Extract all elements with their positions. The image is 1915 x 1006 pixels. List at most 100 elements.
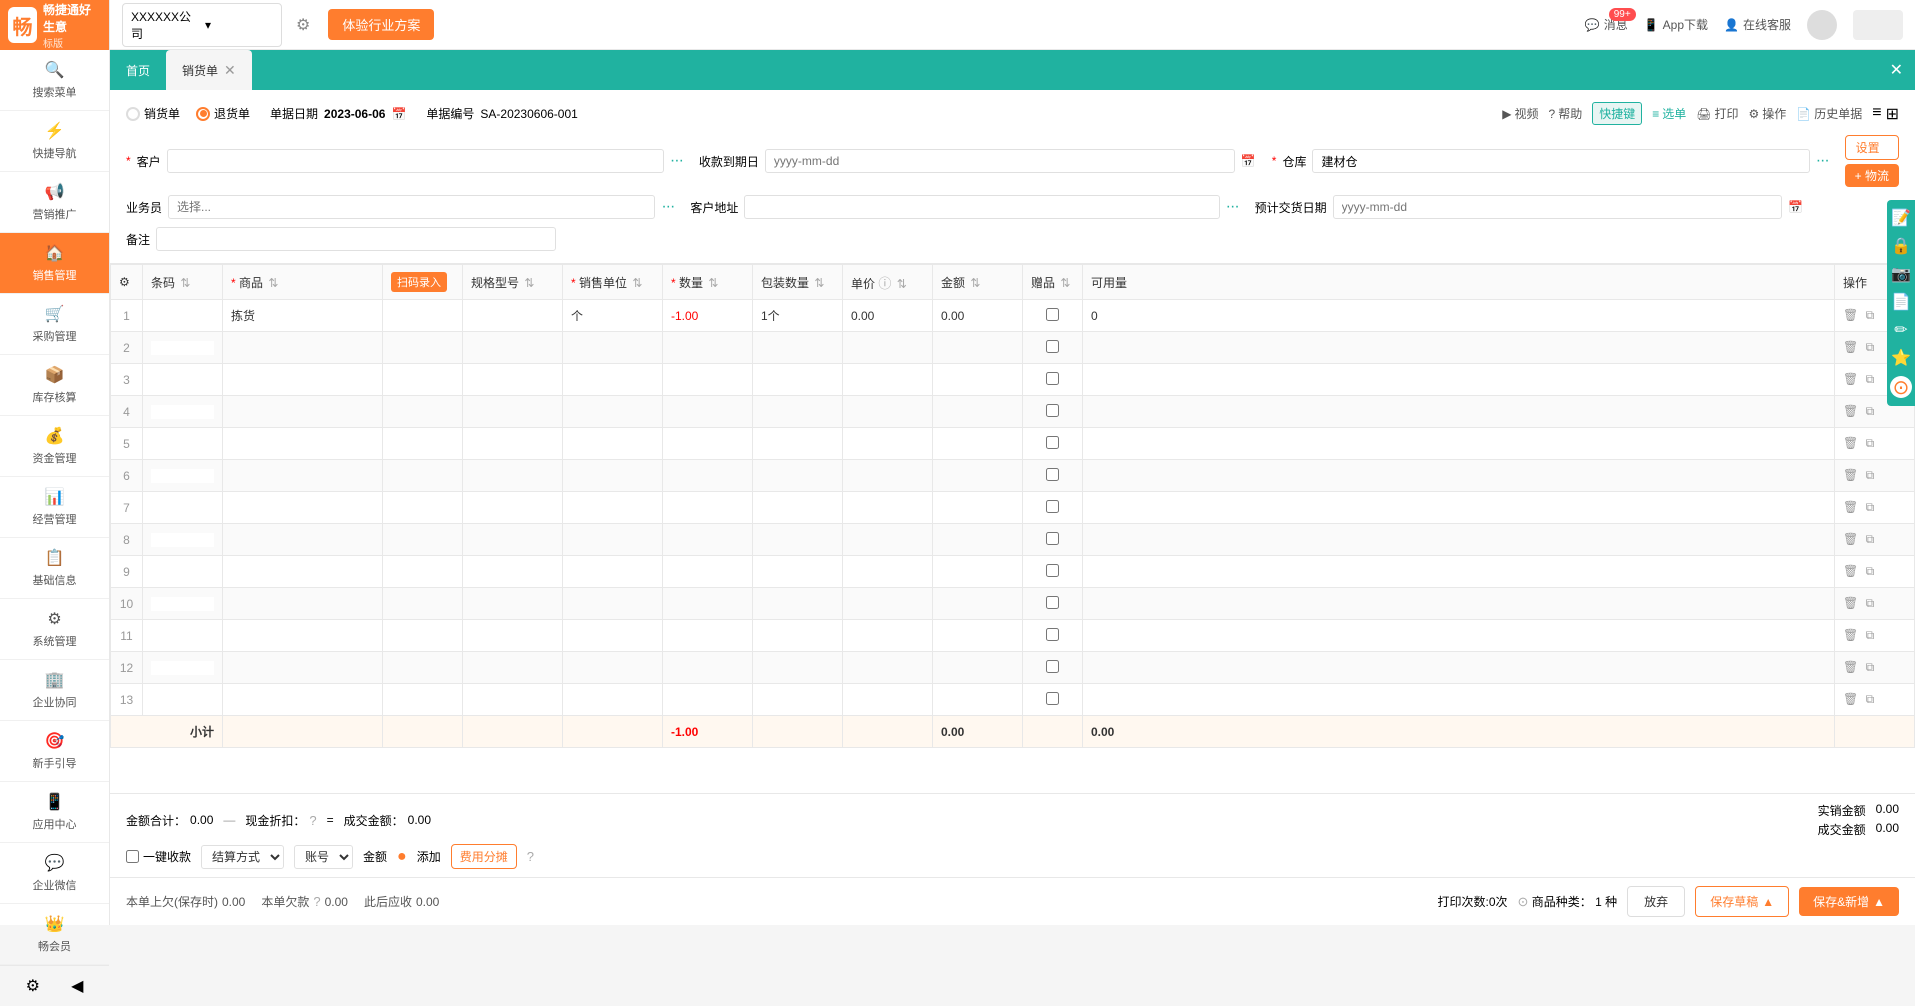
row-gift-2[interactable] xyxy=(1023,332,1083,364)
row-amount-8[interactable] xyxy=(933,524,1023,556)
sidebar-item-purchase-mgmt[interactable]: 🛒 采购管理 xyxy=(0,294,109,355)
help-btn[interactable]: ? 帮助 xyxy=(1549,105,1583,122)
tab-close-all[interactable]: ✕ xyxy=(1890,60,1915,80)
online-service-btn[interactable]: 👤 在线客服 xyxy=(1724,16,1791,33)
gift-checkbox-12[interactable] xyxy=(1046,660,1059,673)
shortcut-btn[interactable]: 快捷键 xyxy=(1592,102,1642,125)
row-product-3[interactable] xyxy=(223,364,383,396)
experience-btn[interactable]: 体验行业方案 xyxy=(328,9,434,40)
row-delete-icon-1[interactable]: 🗑 xyxy=(1843,308,1858,322)
row-gift-4[interactable] xyxy=(1023,396,1083,428)
row-amount-13[interactable] xyxy=(933,684,1023,716)
panel-lock-icon[interactable]: 🔒 xyxy=(1891,236,1911,256)
row-barcode-7[interactable] xyxy=(143,492,223,524)
row-spec-2[interactable] xyxy=(463,332,563,364)
grid-view-icon[interactable]: ⊞ xyxy=(1886,104,1899,124)
settings-gear-icon[interactable]: ⚙ xyxy=(296,15,310,35)
row-product-9[interactable] xyxy=(223,556,383,588)
expected-date-calendar-icon[interactable]: 📅 xyxy=(1788,200,1803,214)
row-pkg-qty-13[interactable] xyxy=(753,684,843,716)
scan-btn[interactable]: 扫码录入 xyxy=(391,272,447,292)
row-product-4[interactable] xyxy=(223,396,383,428)
row-pkg-qty-9[interactable] xyxy=(753,556,843,588)
row-delete-icon-11[interactable]: 🗑 xyxy=(1843,628,1858,642)
row-barcode-2[interactable] xyxy=(143,332,223,364)
settings-btn[interactable]: 设置 xyxy=(1845,135,1899,160)
row-gift-9[interactable] xyxy=(1023,556,1083,588)
warehouse-dots[interactable]: ··· xyxy=(1816,152,1829,170)
tab-home[interactable]: 首页 xyxy=(110,50,166,90)
sidebar-item-finance[interactable]: 💰 资金管理 xyxy=(0,416,109,477)
row-barcode-10[interactable] xyxy=(143,588,223,620)
row-qty-11[interactable] xyxy=(663,620,753,652)
row-qty-13[interactable] xyxy=(663,684,753,716)
expense-info-icon[interactable]: ? xyxy=(527,849,534,864)
row-copy-icon-10[interactable]: ⧉ xyxy=(1866,596,1875,610)
calendar-icon[interactable]: 📅 xyxy=(391,107,406,121)
row-spec-5[interactable] xyxy=(463,428,563,460)
row-price-3[interactable] xyxy=(843,364,933,396)
sidebar-item-business-mgmt[interactable]: 📊 经营管理 xyxy=(0,477,109,538)
row-unit-8[interactable] xyxy=(563,524,663,556)
row-pkg-qty-8[interactable] xyxy=(753,524,843,556)
row-spec-10[interactable] xyxy=(463,588,563,620)
row-price-4[interactable] xyxy=(843,396,933,428)
sidebar-item-base-info[interactable]: 📋 基础信息 xyxy=(0,538,109,599)
row-price-2[interactable] xyxy=(843,332,933,364)
add-payment-icon[interactable]: ● xyxy=(397,848,407,866)
row-barcode-4[interactable] xyxy=(143,396,223,428)
row-gift-13[interactable] xyxy=(1023,684,1083,716)
logistics-btn[interactable]: + 物流 xyxy=(1845,164,1899,187)
date-value[interactable]: 2023-06-06 xyxy=(324,107,385,121)
row-product-5[interactable] xyxy=(223,428,383,460)
list-view-icon[interactable]: ≡ xyxy=(1872,104,1881,124)
row-barcode-1[interactable] xyxy=(143,300,223,332)
row-copy-icon-2[interactable]: ⧉ xyxy=(1866,340,1875,354)
row-pkg-qty-3[interactable] xyxy=(753,364,843,396)
sidebar-item-app-center[interactable]: 📱 应用中心 xyxy=(0,782,109,843)
row-gift-1[interactable] xyxy=(1023,300,1083,332)
row-product-10[interactable] xyxy=(223,588,383,620)
sidebar-item-sales-mgmt[interactable]: 🏠 销售管理 xyxy=(0,233,109,294)
row-product-7[interactable] xyxy=(223,492,383,524)
app-download-btn[interactable]: 📱 App下载 xyxy=(1644,16,1708,33)
row-copy-icon-8[interactable]: ⧉ xyxy=(1866,532,1875,546)
sidebar-item-search-order[interactable]: 🔍 搜索菜单 xyxy=(0,50,109,111)
row-amount-6[interactable] xyxy=(933,460,1023,492)
row-barcode-6[interactable] xyxy=(143,460,223,492)
row-unit-9[interactable] xyxy=(563,556,663,588)
print-btn[interactable]: 🖨 打印 xyxy=(1696,105,1738,122)
row-delete-icon-7[interactable]: 🗑 xyxy=(1843,500,1858,514)
row-unit-6[interactable] xyxy=(563,460,663,492)
row-product-1[interactable]: 拣货 xyxy=(223,300,383,332)
panel-doc-icon[interactable]: 📄 xyxy=(1891,292,1911,312)
row-pkg-qty-4[interactable] xyxy=(753,396,843,428)
sidebar-item-wechat[interactable]: 💬 企业微信 xyxy=(0,843,109,904)
row-price-7[interactable] xyxy=(843,492,933,524)
account-select[interactable]: 账号 xyxy=(294,845,353,869)
return-order-radio[interactable]: 退货单 xyxy=(196,105,250,122)
row-delete-icon-5[interactable]: 🗑 xyxy=(1843,436,1858,450)
gift-checkbox-1[interactable] xyxy=(1046,308,1059,321)
row-unit-3[interactable] xyxy=(563,364,663,396)
row-spec-1[interactable] xyxy=(463,300,563,332)
address-dots[interactable]: ··· xyxy=(1226,198,1239,216)
row-pkg-qty-7[interactable] xyxy=(753,492,843,524)
row-amount-2[interactable] xyxy=(933,332,1023,364)
row-price-13[interactable] xyxy=(843,684,933,716)
row-copy-icon-12[interactable]: ⧉ xyxy=(1866,660,1875,674)
row-amount-11[interactable] xyxy=(933,620,1023,652)
payment-method-select[interactable]: 结算方式 xyxy=(201,845,284,869)
gift-checkbox-4[interactable] xyxy=(1046,404,1059,417)
prev-owe-info[interactable]: ? xyxy=(313,894,320,909)
row-delete-icon-3[interactable]: 🗑 xyxy=(1843,372,1858,386)
row-amount-10[interactable] xyxy=(933,588,1023,620)
customer-address-input[interactable] xyxy=(744,195,1219,219)
row-qty-4[interactable] xyxy=(663,396,753,428)
sidebar-item-member[interactable]: 👑 畅会员 xyxy=(0,904,109,965)
row-price-11[interactable] xyxy=(843,620,933,652)
row-pkg-qty-11[interactable] xyxy=(753,620,843,652)
sidebar-item-inventory[interactable]: 📦 库存核算 xyxy=(0,355,109,416)
row-product-8[interactable] xyxy=(223,524,383,556)
row-delete-icon-9[interactable]: 🗑 xyxy=(1843,564,1858,578)
